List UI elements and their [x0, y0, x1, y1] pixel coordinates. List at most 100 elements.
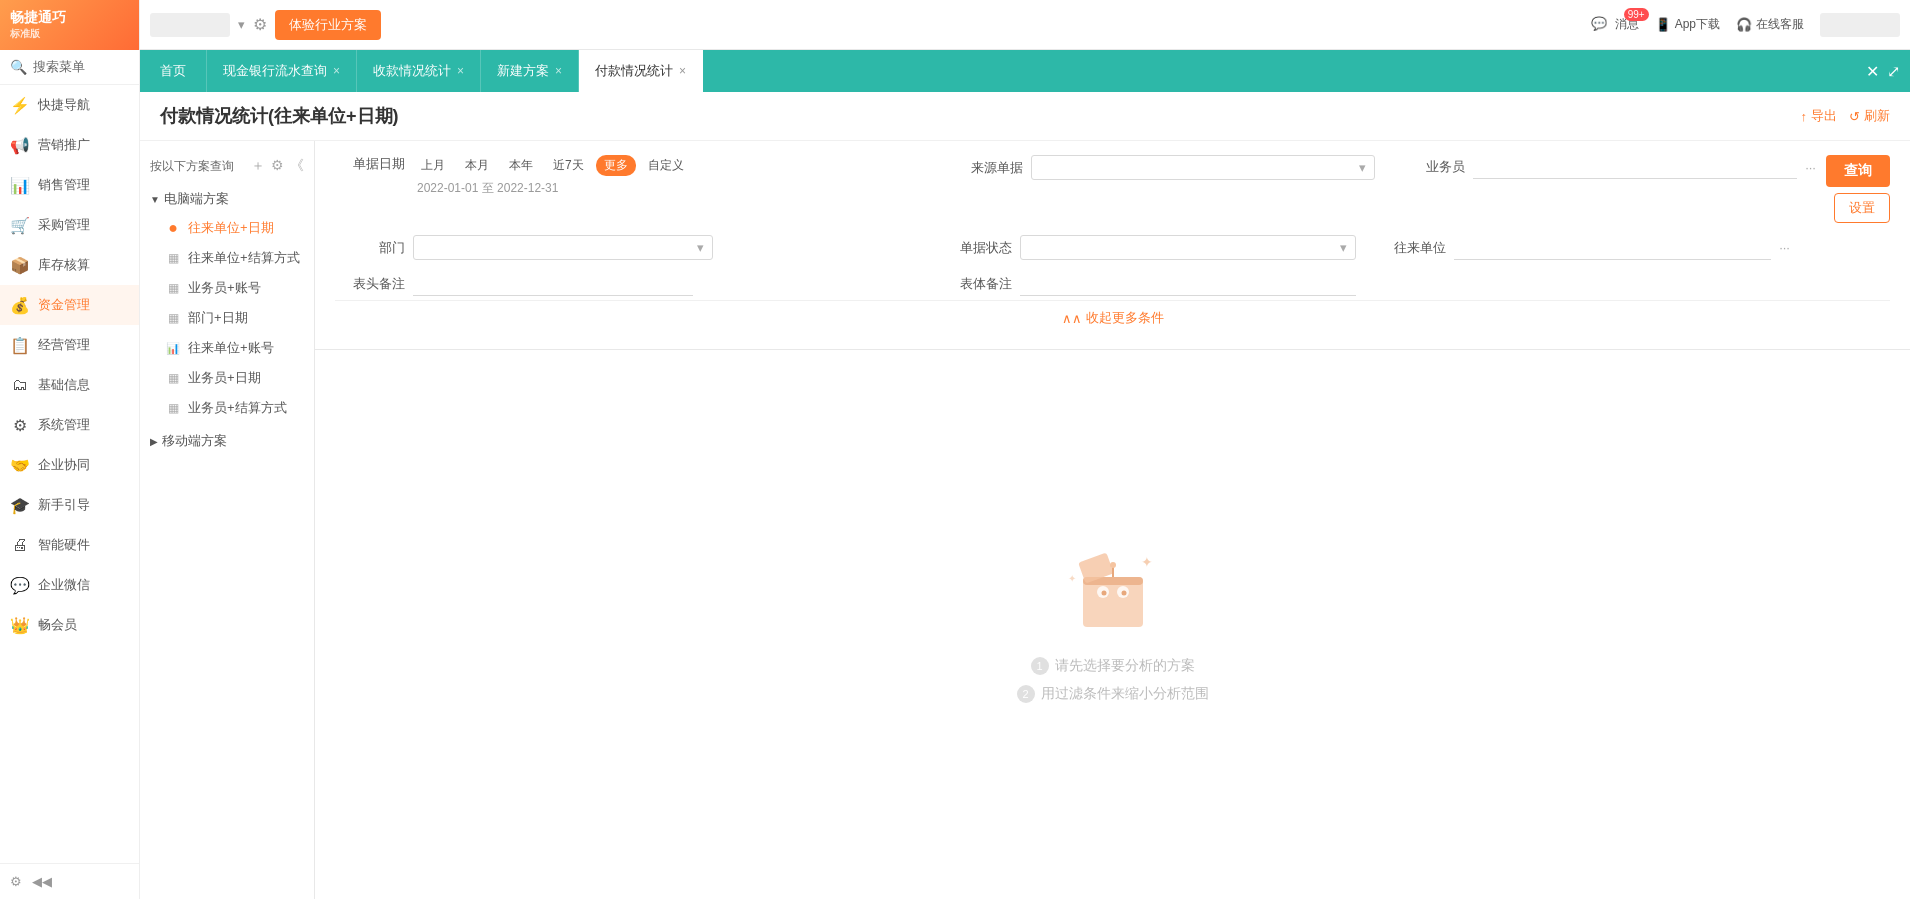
sidebar-item-purchase[interactable]: 🛒 采购管理	[0, 205, 139, 245]
scheme-item-staff-settle[interactable]: ▦ 业务员+结算方式	[140, 393, 314, 423]
tab-new-plan-close-icon[interactable]: ×	[555, 64, 562, 78]
sidebar-item-sys-mgmt[interactable]: ⚙ 系统管理	[0, 405, 139, 445]
partner-input[interactable]	[1454, 236, 1771, 260]
doc-status-select[interactable]: ▾	[1020, 235, 1356, 260]
marketing-icon: 📢	[10, 135, 30, 155]
sidebar-settings-icon[interactable]: ⚙	[10, 874, 22, 889]
sidebar-item-operations[interactable]: 📋 经营管理	[0, 325, 139, 365]
sidebar-item-inventory[interactable]: 📦 库存核算	[0, 245, 139, 285]
staff-more-icon[interactable]: ···	[1805, 160, 1816, 175]
partner-more-icon[interactable]: ···	[1779, 240, 1790, 255]
sidebar-item-label: 采购管理	[38, 216, 90, 234]
tab-receipt-stats-close-icon[interactable]: ×	[457, 64, 464, 78]
date-tab-more[interactable]: 更多	[596, 155, 636, 176]
tab-new-plan[interactable]: 新建方案 ×	[481, 50, 579, 92]
date-tab-this-year[interactable]: 本年	[501, 155, 541, 176]
scheme-group-pc-header[interactable]: ▼ 电脑端方案	[140, 185, 314, 213]
query-btn[interactable]: 查询	[1826, 155, 1890, 187]
sidebar-item-enterprise[interactable]: 🤝 企业协同	[0, 445, 139, 485]
user-info-placeholder[interactable]	[1820, 13, 1900, 37]
source-doc-arrow-icon: ▾	[1359, 160, 1366, 175]
scheme-item-unit-settle[interactable]: ▦ 往来单位+结算方式	[140, 243, 314, 273]
scheme-item-unit-date[interactable]: ● 往来单位+日期	[140, 213, 314, 243]
tab-home[interactable]: 首页	[140, 50, 207, 92]
pc-group-arrow-icon: ▼	[150, 194, 160, 205]
sidebar-item-basic-info[interactable]: 🗂 基础信息	[0, 365, 139, 405]
app-download-btn[interactable]: 📱 App下载	[1655, 16, 1720, 33]
staff-settle-icon: ▦	[164, 399, 182, 417]
sidebar-item-label: 资金管理	[38, 296, 90, 314]
scheme-item-label: 业务员+账号	[188, 279, 261, 297]
add-scheme-icon[interactable]: ＋	[251, 157, 265, 175]
tab-receipt-stats[interactable]: 收款情况统计 ×	[357, 50, 481, 92]
pc-group-label: 电脑端方案	[164, 190, 229, 208]
staff-input[interactable]	[1473, 155, 1798, 179]
table-head-note-input[interactable]	[413, 272, 693, 296]
scheme-group-pc: ▼ 电脑端方案 ● 往来单位+日期 ▦ 往来单位+结算方式 ▦ 业务员+账号 ▦	[140, 185, 314, 423]
mobile-group-label: 移动端方案	[162, 432, 227, 450]
sidebar-item-member[interactable]: 👑 畅会员	[0, 605, 139, 645]
scheme-item-staff-account[interactable]: ▦ 业务员+账号	[140, 273, 314, 303]
trial-btn[interactable]: 体验行业方案	[275, 10, 381, 40]
setting-btn[interactable]: 设置	[1834, 193, 1890, 223]
svg-point-6	[1121, 590, 1126, 595]
search-menu-item[interactable]: 🔍 搜索菜单	[0, 50, 139, 85]
export-icon: ↑	[1801, 109, 1808, 124]
tab-payment-stats-close-icon[interactable]: ×	[679, 64, 686, 78]
scheme-item-label: 部门+日期	[188, 309, 248, 327]
message-icon-container[interactable]: 💬 99+ 消息	[1591, 16, 1639, 33]
sidebar-item-sales[interactable]: 📊 销售管理	[0, 165, 139, 205]
dropdown-arrow-icon[interactable]: ▾	[238, 17, 245, 32]
service-icon: 🎧	[1736, 17, 1752, 32]
online-service-btn[interactable]: 🎧 在线客服	[1736, 16, 1804, 33]
date-label: 单据日期	[335, 155, 405, 173]
basic-info-icon: 🗂	[10, 375, 30, 395]
sidebar-item-wechat[interactable]: 💬 企业微信	[0, 565, 139, 605]
tab-payment-stats[interactable]: 付款情况统计 ×	[579, 50, 703, 92]
sales-icon: 📊	[10, 175, 30, 195]
dept-arrow-icon: ▾	[697, 240, 704, 255]
sidebar-item-quick-nav[interactable]: ⚡ 快捷导航	[0, 85, 139, 125]
scheme-item-unit-account[interactable]: 📊 往来单位+账号	[140, 333, 314, 363]
tab-bank-flow[interactable]: 现金银行流水查询 ×	[207, 50, 357, 92]
hint-text-1: 请先选择要分析的方案	[1055, 657, 1195, 675]
scheme-group-mobile-header[interactable]: ▶ 移动端方案	[140, 427, 314, 455]
sidebar-item-hardware[interactable]: 🖨 智能硬件	[0, 525, 139, 565]
collapse-more-conditions-btn[interactable]: ∧∧ 收起更多条件	[335, 300, 1890, 335]
hint-num-2: 2	[1017, 685, 1035, 703]
content-area: 按以下方案查询 ＋ ⚙ 《 ▼ 电脑端方案 ● 往来单位+日期 ▦	[140, 141, 1910, 899]
message-badge: 99+	[1624, 8, 1649, 21]
refresh-btn[interactable]: ↺ 刷新	[1849, 107, 1890, 125]
sidebar-item-guide[interactable]: 🎓 新手引导	[0, 485, 139, 525]
date-tab-this-month[interactable]: 本月	[457, 155, 497, 176]
date-tab-custom[interactable]: 自定义	[640, 155, 692, 176]
tab-bank-flow-close-icon[interactable]: ×	[333, 64, 340, 78]
source-doc-select[interactable]: ▾	[1031, 155, 1374, 180]
sidebar-item-label: 库存核算	[38, 256, 90, 274]
svg-point-5	[1101, 590, 1106, 595]
sidebar-collapse-icon[interactable]: ◀◀	[32, 874, 52, 889]
mobile-group-arrow-icon: ▶	[150, 436, 158, 447]
filter-actions: 查询 设置	[1826, 155, 1890, 223]
date-tab-7days[interactable]: 近7天	[545, 155, 592, 176]
scheme-item-staff-date[interactable]: ▦ 业务员+日期	[140, 363, 314, 393]
export-btn[interactable]: ↑ 导出	[1801, 107, 1838, 125]
sidebar-footer: ⚙ ◀◀	[0, 863, 139, 899]
date-tab-last-month[interactable]: 上月	[413, 155, 453, 176]
settings-gear-icon[interactable]: ⚙	[253, 15, 267, 34]
dept-select[interactable]: ▾	[413, 235, 713, 260]
table-body-note-input[interactable]	[1020, 272, 1356, 296]
svg-point-8	[1110, 562, 1116, 568]
sidebar-item-marketing[interactable]: 📢 营销推广	[0, 125, 139, 165]
app-logo: 畅捷通巧 标准版	[0, 0, 139, 50]
scheme-settings-icon[interactable]: ⚙	[271, 157, 284, 175]
scheme-item-dept-date[interactable]: ▦ 部门+日期	[140, 303, 314, 333]
collapse-panel-icon[interactable]: 《	[290, 157, 304, 175]
tab-bank-flow-label: 现金银行流水查询	[223, 62, 327, 80]
sidebar-item-funds[interactable]: 💰 资金管理	[0, 285, 139, 325]
tab-expand-icon[interactable]: ⤢	[1887, 62, 1900, 81]
sidebar-item-label: 畅会员	[38, 616, 77, 634]
sidebar-item-label: 基础信息	[38, 376, 90, 394]
tab-close-all-icon[interactable]: ✕	[1866, 62, 1879, 81]
sidebar-item-label: 快捷导航	[38, 96, 90, 114]
